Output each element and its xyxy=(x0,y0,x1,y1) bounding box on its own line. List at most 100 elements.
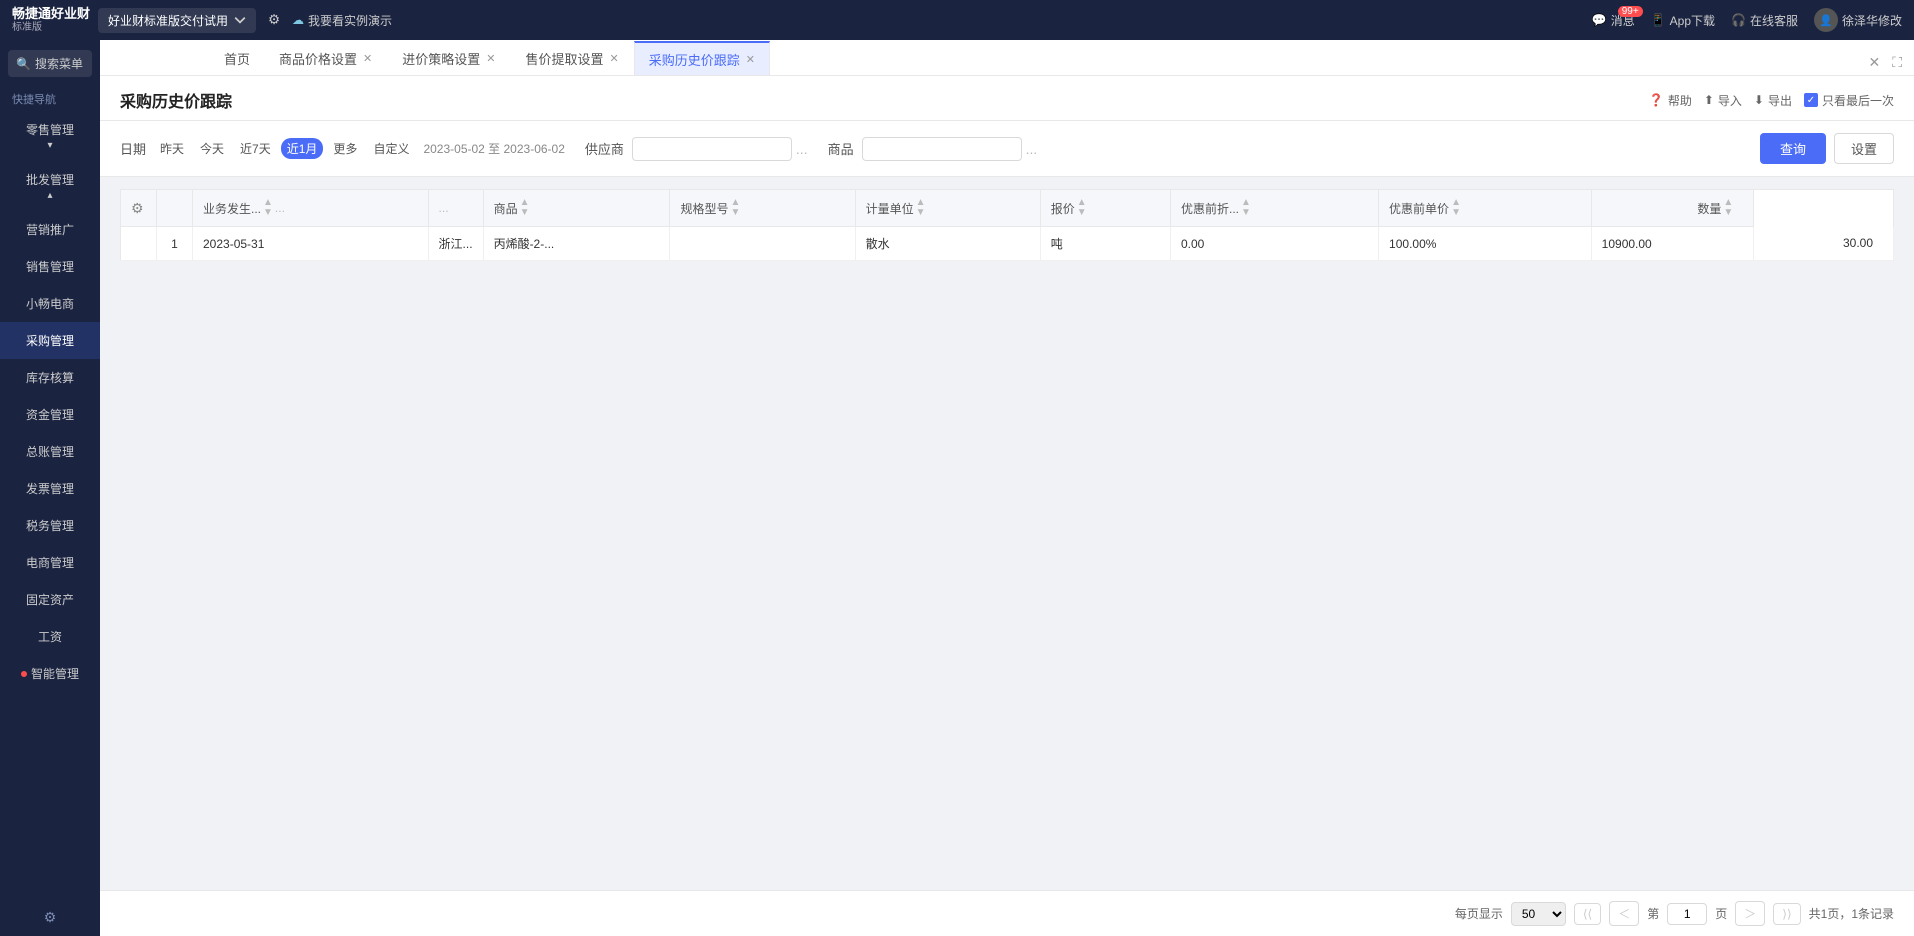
sidebar-item-sales[interactable]: 销售管理 xyxy=(0,248,100,285)
settings-gear-button[interactable]: ⚙ xyxy=(264,8,284,32)
filter-actions: 查询 设置 xyxy=(1760,133,1894,164)
tab-sale-price[interactable]: 售价提取设置 ✕ xyxy=(510,41,633,75)
sort-icon: ▲▼ xyxy=(263,198,273,218)
tab-goods-price[interactable]: 商品价格设置 ✕ xyxy=(264,41,387,75)
th-goods: 商品 ▲▼ xyxy=(483,190,670,227)
tab-home[interactable]: 首页 xyxy=(210,41,264,75)
sidebar: 🔍 搜索菜单 快捷导航 零售管理 ▾ 批发管理 ▴ 营销推广 销售管理 小畅电商… xyxy=(0,40,100,936)
td-spec xyxy=(670,227,855,261)
sidebar-item-ecommerce[interactable]: 电商管理 xyxy=(0,544,100,581)
import-button[interactable]: ⬆ 导入 xyxy=(1704,92,1742,109)
total-info: 共1页，1条记录 xyxy=(1809,905,1894,922)
td-price-unit: 吨 xyxy=(1040,227,1170,261)
date-opt-1month[interactable]: 近1月 xyxy=(281,138,324,159)
user-area[interactable]: 👤 徐泽华修改 xyxy=(1814,8,1902,32)
per-page-select[interactable]: 50 100 200 xyxy=(1511,902,1566,926)
th-spec: 规格型号 ▲▼ xyxy=(670,190,855,227)
sidebar-item-label: 营销推广 xyxy=(26,221,74,238)
tab-close-icon[interactable]: ✕ xyxy=(363,52,372,65)
top-bar-right: 💬 消息 99+ 📱 App下载 🎧 在线客服 👤 徐泽华修改 xyxy=(1592,8,1902,32)
page-num-input[interactable] xyxy=(1667,903,1707,925)
table-area: ⚙ 业务发生... ▲▼ ... ... xyxy=(100,177,1914,890)
sidebar-item-marketing[interactable]: 营销推广 xyxy=(0,211,100,248)
query-button[interactable]: 查询 xyxy=(1760,133,1826,164)
sidebar-footer: ⚙ xyxy=(0,899,100,936)
tab-purchase-strategy[interactable]: 进价策略设置 ✕ xyxy=(387,41,510,75)
page-last-button[interactable]: ⟩⟩ xyxy=(1773,903,1800,925)
sidebar-item-label: 采购管理 xyxy=(26,332,74,349)
td-business-date: 2023-05-31 xyxy=(193,227,429,261)
product-selector[interactable]: 好业财标准版交付试用 xyxy=(98,8,256,33)
goods-dots[interactable]: ... xyxy=(1026,141,1038,157)
per-page-label: 每页显示 xyxy=(1455,905,1503,922)
help-button[interactable]: ❓ 帮助 xyxy=(1649,92,1692,109)
page-label: 第 xyxy=(1647,905,1659,922)
sidebar-item-ledger[interactable]: 总账管理 xyxy=(0,433,100,470)
sidebar-item-invoice[interactable]: 发票管理 xyxy=(0,470,100,507)
headset-icon: 🎧 xyxy=(1731,13,1746,27)
tab-close-button[interactable]: ✕ xyxy=(1864,52,1884,73)
th-price: 报价 ▲▼ xyxy=(1040,190,1170,227)
th-price-before: 优惠前单价 ▲▼ xyxy=(1379,190,1592,227)
column-settings-button[interactable]: ⚙ xyxy=(131,200,144,217)
sidebar-item-smart[interactable]: 智能管理 xyxy=(0,655,100,692)
sidebar-item-wholesale[interactable]: 批发管理 ▴ xyxy=(0,161,100,211)
tab-close-icon[interactable]: ✕ xyxy=(610,52,619,65)
export-button[interactable]: ⬇ 导出 xyxy=(1754,92,1792,109)
avatar: 👤 xyxy=(1814,8,1838,32)
supplier-dots[interactable]: ... xyxy=(796,141,808,157)
sidebar-item-finance[interactable]: 资金管理 xyxy=(0,396,100,433)
tab-close-icon[interactable]: ✕ xyxy=(746,53,755,66)
demo-button[interactable]: ☁ 我要看实例演示 xyxy=(292,12,392,29)
checkbox-icon: ✓ xyxy=(1804,93,1818,107)
sidebar-item-ecommerce-small[interactable]: 小畅电商 xyxy=(0,285,100,322)
page-prev-button[interactable]: ＜ xyxy=(1609,901,1639,926)
search-menu-button[interactable]: 🔍 搜索菜单 xyxy=(8,50,92,77)
goods-input[interactable] xyxy=(862,137,1022,161)
sidebar-item-retail[interactable]: 零售管理 ▾ xyxy=(0,111,100,161)
page-title-row: 采购历史价跟踪 ❓ 帮助 ⬆ 导入 ⬇ 导出 ✓ xyxy=(120,88,1894,112)
tab-close-icon[interactable]: ✕ xyxy=(486,52,495,65)
sort-icon: ▲▼ xyxy=(1077,198,1087,218)
date-opt-today[interactable]: 今天 xyxy=(194,138,230,159)
supplier-input[interactable] xyxy=(632,137,792,161)
sidebar-item-label: 零售管理 xyxy=(26,121,74,138)
main-layout: 🔍 搜索菜单 快捷导航 零售管理 ▾ 批发管理 ▴ 营销推广 销售管理 小畅电商… xyxy=(0,40,1914,936)
page-first-button[interactable]: ⟨⟨ xyxy=(1574,903,1601,925)
date-opt-custom[interactable]: 自定义 xyxy=(367,138,415,159)
sidebar-item-label: 固定资产 xyxy=(26,591,74,608)
col-dots[interactable]: ... xyxy=(275,201,285,215)
date-filter-group: 日期 昨天 今天 近7天 近1月 更多 自定义 2023-05-02 至 202… xyxy=(120,138,565,159)
sidebar-item-tax[interactable]: 税务管理 xyxy=(0,507,100,544)
col-dots[interactable]: ... xyxy=(439,201,449,215)
th-dots1: ... xyxy=(428,190,483,227)
sidebar-item-label: 销售管理 xyxy=(26,258,74,275)
user-name: 徐泽华修改 xyxy=(1842,12,1902,29)
smart-dot xyxy=(21,671,27,677)
mobile-icon: 📱 xyxy=(1651,13,1666,27)
td-discount: 100.00% xyxy=(1379,227,1592,261)
sidebar-item-fixed-assets[interactable]: 固定资产 xyxy=(0,581,100,618)
sort-icon: ▲▼ xyxy=(520,198,530,218)
sidebar-item-label: 资金管理 xyxy=(26,406,74,423)
content-area: 首页 商品价格设置 ✕ 进价策略设置 ✕ 售价提取设置 ✕ 采购历史价跟踪 ✕ … xyxy=(100,40,1914,936)
th-gear: ⚙ xyxy=(121,190,157,227)
goods-filter-group: 商品 ... xyxy=(828,137,1038,161)
date-opt-more[interactable]: 更多 xyxy=(327,138,363,159)
tab-fullscreen-button[interactable]: ⛶ xyxy=(1888,52,1906,73)
sidebar-item-label: 小畅电商 xyxy=(26,295,74,312)
sidebar-settings-button[interactable]: ⚙ xyxy=(44,909,57,926)
date-opt-yesterday[interactable]: 昨天 xyxy=(154,138,190,159)
sidebar-item-purchase[interactable]: 采购管理 xyxy=(0,322,100,359)
sidebar-item-inventory[interactable]: 库存核算 xyxy=(0,359,100,396)
date-opt-7days[interactable]: 近7天 xyxy=(234,138,277,159)
app-download-item[interactable]: 📱 App下载 xyxy=(1651,12,1715,29)
only-last-checkbox[interactable]: ✓ 只看最后一次 xyxy=(1804,92,1894,109)
tab-purchase-history[interactable]: 采购历史价跟踪 ✕ xyxy=(634,41,770,75)
sidebar-item-payroll[interactable]: 工资 xyxy=(0,618,100,655)
sort-icon: ▲▼ xyxy=(730,198,740,218)
page-next-button[interactable]: ＞ xyxy=(1735,901,1765,926)
online-service-item[interactable]: 🎧 在线客服 xyxy=(1731,12,1798,29)
settings-button[interactable]: 设置 xyxy=(1834,133,1894,164)
messages-item[interactable]: 💬 消息 99+ xyxy=(1592,12,1635,29)
